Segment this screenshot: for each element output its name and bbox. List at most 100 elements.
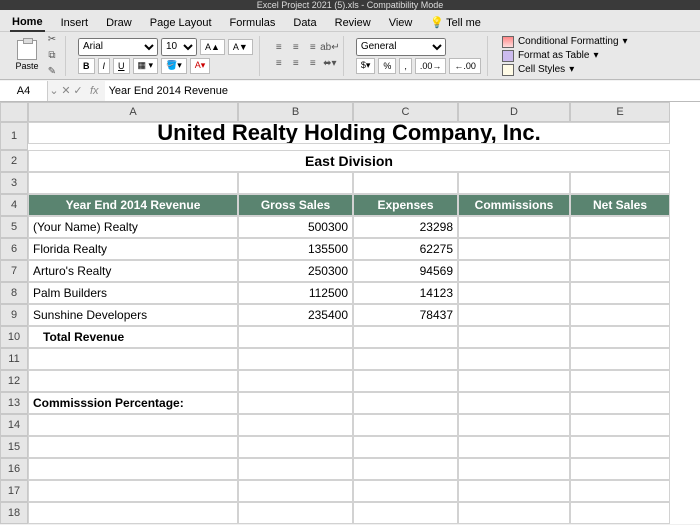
merge-icon[interactable]: ⬌▾ (323, 57, 337, 71)
number-format-select[interactable]: General (356, 38, 446, 56)
cell-e14[interactable] (570, 414, 670, 436)
tab-review[interactable]: Review (333, 15, 373, 31)
cell-d3[interactable] (458, 172, 570, 194)
cell-d16[interactable] (458, 458, 570, 480)
row-header-2[interactable]: 2 (0, 150, 28, 172)
row-header-4[interactable]: 4 (0, 194, 28, 216)
cell-b9[interactable]: 235400 (238, 304, 353, 326)
cell-c6[interactable]: 62275 (353, 238, 458, 260)
cell-b12[interactable] (238, 370, 353, 392)
cell-d11[interactable] (458, 348, 570, 370)
cell-e9[interactable] (570, 304, 670, 326)
row-header-16[interactable]: 16 (0, 458, 28, 480)
cell-c9[interactable]: 78437 (353, 304, 458, 326)
cell-b8[interactable]: 112500 (238, 282, 353, 304)
tab-insert[interactable]: Insert (59, 15, 91, 31)
cell-a4[interactable]: Year End 2014 Revenue (28, 194, 238, 216)
row-header-11[interactable]: 11 (0, 348, 28, 370)
cell-a10[interactable]: Total Revenue (28, 326, 238, 348)
cell-d10[interactable] (458, 326, 570, 348)
cell-c16[interactable] (353, 458, 458, 480)
size-select[interactable]: 10 (161, 38, 197, 56)
cell-a16[interactable] (28, 458, 238, 480)
select-all-corner[interactable] (0, 102, 28, 122)
cell-d5[interactable] (458, 216, 570, 238)
tab-tellme[interactable]: 💡Tell me (428, 14, 483, 31)
cell-a11[interactable] (28, 348, 238, 370)
cell-e7[interactable] (570, 260, 670, 282)
cell-b5[interactable]: 500300 (238, 216, 353, 238)
cell-b17[interactable] (238, 480, 353, 502)
cell-e8[interactable] (570, 282, 670, 304)
conditional-formatting-button[interactable]: Conditional Formatting ▾ (500, 35, 630, 49)
tab-draw[interactable]: Draw (104, 15, 134, 31)
cell-a6[interactable]: Florida Realty (28, 238, 238, 260)
cell-b14[interactable] (238, 414, 353, 436)
row-header-9[interactable]: 9 (0, 304, 28, 326)
percent-button[interactable]: % (378, 58, 396, 74)
cell-b6[interactable]: 135500 (238, 238, 353, 260)
cell-b3[interactable] (238, 172, 353, 194)
increase-decimal-button[interactable]: .00→ (415, 58, 447, 74)
cell-b11[interactable] (238, 348, 353, 370)
col-header-b[interactable]: B (238, 102, 353, 122)
cell-a5[interactable]: (Your Name) Realty (28, 216, 238, 238)
cell-b4[interactable]: Gross Sales (238, 194, 353, 216)
cell-c13[interactable] (353, 392, 458, 414)
decrease-decimal-button[interactable]: ←.00 (449, 58, 481, 74)
tab-data[interactable]: Data (291, 15, 318, 31)
cell-c3[interactable] (353, 172, 458, 194)
cell-d8[interactable] (458, 282, 570, 304)
increase-font-button[interactable]: A▲ (200, 39, 225, 55)
cell-e16[interactable] (570, 458, 670, 480)
cell-subtitle[interactable]: East Division (28, 150, 670, 172)
row-header-6[interactable]: 6 (0, 238, 28, 260)
cell-c17[interactable] (353, 480, 458, 502)
cell-c4[interactable]: Expenses (353, 194, 458, 216)
col-header-c[interactable]: C (353, 102, 458, 122)
col-header-a[interactable]: A (28, 102, 238, 122)
fill-color-button[interactable]: 🪣▾ (161, 58, 187, 74)
cell-c5[interactable]: 23298 (353, 216, 458, 238)
row-header-1[interactable]: 1 (0, 122, 28, 150)
formula-input[interactable]: Year End 2014 Revenue (105, 81, 700, 101)
cell-a3[interactable] (28, 172, 238, 194)
row-header-5[interactable]: 5 (0, 216, 28, 238)
cell-c14[interactable] (353, 414, 458, 436)
cell-d17[interactable] (458, 480, 570, 502)
italic-button[interactable]: I (98, 58, 111, 74)
fx-icon[interactable]: fx (84, 85, 105, 97)
cell-e13[interactable] (570, 392, 670, 414)
align-left-icon[interactable]: ≡ (272, 57, 286, 71)
cell-e11[interactable] (570, 348, 670, 370)
cell-a17[interactable] (28, 480, 238, 502)
cell-a13[interactable]: Commisssion Percentage: (28, 392, 238, 414)
row-header-12[interactable]: 12 (0, 370, 28, 392)
row-header-17[interactable]: 17 (0, 480, 28, 502)
borders-button[interactable]: ▦ ▾ (133, 58, 159, 74)
wrap-text-icon[interactable]: ab↵ (323, 41, 337, 55)
cell-b10[interactable] (238, 326, 353, 348)
cell-a12[interactable] (28, 370, 238, 392)
align-center-icon[interactable]: ≡ (289, 57, 303, 71)
cell-e6[interactable] (570, 238, 670, 260)
cell-d18[interactable] (458, 502, 570, 524)
name-box-dropdown[interactable]: ⌄ (48, 84, 60, 97)
align-middle-icon[interactable]: ≡ (289, 41, 303, 55)
cell-c12[interactable] (353, 370, 458, 392)
name-box[interactable]: A4 (0, 81, 48, 101)
cell-d13[interactable] (458, 392, 570, 414)
row-header-13[interactable]: 13 (0, 392, 28, 414)
cell-e17[interactable] (570, 480, 670, 502)
font-color-button[interactable]: A▾ (190, 58, 211, 74)
comma-button[interactable]: , (399, 58, 412, 74)
cell-styles-button[interactable]: Cell Styles ▾ (500, 63, 630, 77)
cell-d7[interactable] (458, 260, 570, 282)
cell-a18[interactable] (28, 502, 238, 524)
cell-e15[interactable] (570, 436, 670, 458)
cell-d6[interactable] (458, 238, 570, 260)
tab-home[interactable]: Home (10, 14, 45, 32)
align-top-icon[interactable]: ≡ (272, 41, 286, 55)
align-bottom-icon[interactable]: ≡ (306, 41, 320, 55)
cell-e18[interactable] (570, 502, 670, 524)
